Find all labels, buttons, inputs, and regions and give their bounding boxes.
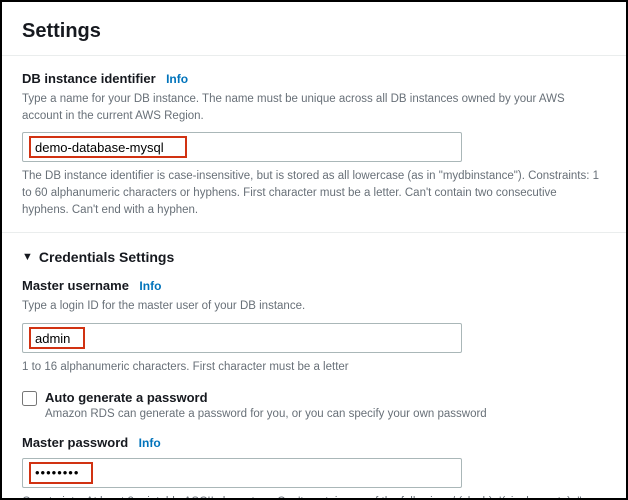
credentials-section-toggle[interactable]: ▼ Credentials Settings [22, 249, 606, 265]
master-username-info-link[interactable]: Info [139, 279, 161, 293]
master-username-help: Type a login ID for the master user of y… [22, 298, 606, 315]
db-identifier-help: Type a name for your DB instance. The na… [22, 91, 606, 124]
credentials-section-title: Credentials Settings [39, 249, 174, 265]
db-identifier-input[interactable] [33, 139, 183, 156]
db-identifier-input-wrap[interactable] [22, 132, 462, 162]
auto-generate-checkbox[interactable] [22, 391, 37, 406]
master-username-label: Master username [22, 278, 129, 293]
master-password-info-link[interactable]: Info [139, 436, 161, 450]
page-title: Settings [22, 20, 606, 43]
master-username-input-wrap[interactable] [22, 323, 462, 353]
master-password-input[interactable] [33, 464, 89, 481]
db-identifier-constraints: The DB instance identifier is case-insen… [22, 168, 606, 218]
master-password-highlight [29, 462, 93, 484]
master-username-highlight [29, 327, 85, 349]
master-password-input-wrap[interactable] [22, 458, 462, 488]
db-identifier-highlight [29, 136, 187, 158]
divider [2, 232, 626, 233]
auto-generate-sub: Amazon RDS can generate a password for y… [45, 408, 606, 420]
master-password-constraints: Constraints: At least 8 printable ASCII … [22, 494, 606, 500]
db-identifier-info-link[interactable]: Info [166, 72, 188, 86]
divider [2, 55, 626, 56]
caret-down-icon: ▼ [22, 251, 33, 263]
master-username-constraints: 1 to 16 alphanumeric characters. First c… [22, 359, 606, 376]
auto-generate-label: Auto generate a password [45, 390, 208, 405]
master-password-label: Master password [22, 435, 128, 450]
master-username-input[interactable] [33, 330, 81, 347]
db-identifier-label: DB instance identifier [22, 71, 156, 86]
